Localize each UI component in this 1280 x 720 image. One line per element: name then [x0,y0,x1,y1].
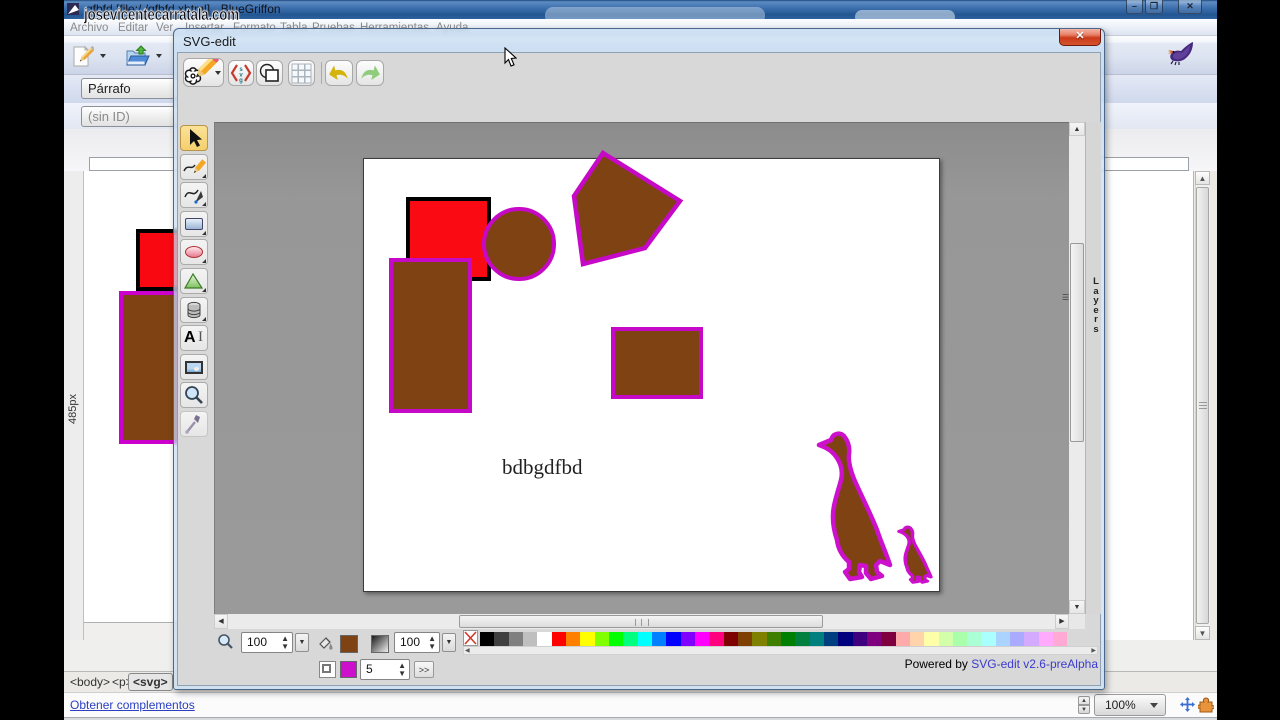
svg-text:g: g [239,78,243,84]
